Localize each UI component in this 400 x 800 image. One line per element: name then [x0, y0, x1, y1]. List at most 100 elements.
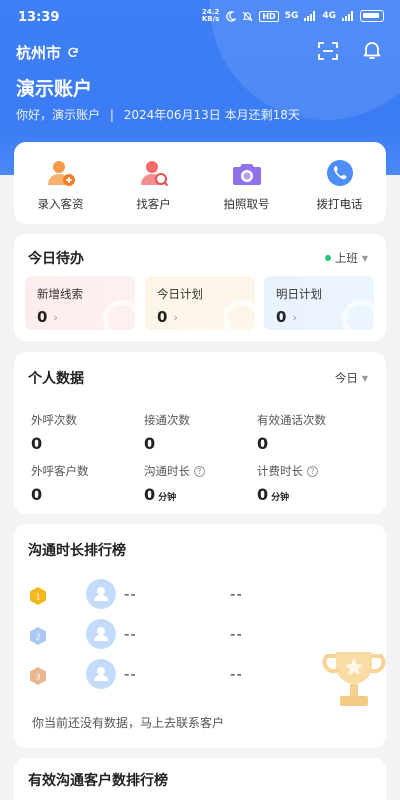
mute-bell-icon: [242, 11, 253, 21]
status-icons: 24.2 KB/s HD 5G 4G: [202, 9, 384, 23]
bell-icon[interactable]: [362, 40, 382, 60]
ranking-row: 1 -- --: [30, 579, 370, 611]
rank-number: 3: [35, 673, 40, 682]
todo-value: 0: [37, 308, 48, 326]
stat-label: 外呼客户数: [31, 464, 89, 478]
status-bar: 13:39 24.2 KB/s HD 5G 4G: [0, 0, 400, 36]
refresh-icon: [68, 47, 78, 57]
todo-value: 0: [276, 308, 287, 326]
stat-unit: 分钟: [271, 493, 290, 503]
decorative-ring: [342, 300, 374, 330]
greeting-line: 你好，演示账户 | 2024年06月13日 本月还剩18天: [16, 106, 300, 123]
todo-tomorrow-plan[interactable]: 明日计划 0 ›: [264, 276, 374, 330]
decorative-ring: [103, 300, 135, 330]
ranking2-title: 有效沟通客户数排行榜: [28, 773, 168, 789]
chevron-right-icon: ›: [292, 310, 297, 324]
city-name: 杭州市: [16, 44, 62, 62]
ranking-title: 沟通时长排行榜: [28, 543, 126, 559]
rank-name: --: [124, 625, 137, 643]
city-selector[interactable]: 杭州市: [16, 42, 79, 63]
stat-outbound-customers: 外呼客户数 0: [31, 463, 146, 504]
camera-icon: [232, 164, 261, 185]
stat-value: 0: [31, 434, 43, 453]
scan-icon[interactable]: [318, 42, 338, 60]
rank-value: --: [230, 585, 243, 603]
online-dot: [324, 255, 331, 261]
stat-value: 0: [31, 485, 43, 504]
todo-card: 今日待办 上班 ▼ 新增线索 0 › 今日计划 0 › 明日计划 0 ›: [14, 234, 386, 341]
todo-value: 0: [157, 308, 168, 326]
rank-name: --: [124, 665, 137, 683]
rank-number: 2: [35, 633, 40, 642]
todo-today-plan[interactable]: 今日计划 0 ›: [145, 276, 255, 330]
todo-title: 今日待办: [28, 251, 84, 267]
todo-label: 新增线索: [37, 287, 83, 301]
quick-action-camera[interactable]: 拍照取号: [200, 142, 293, 224]
empty-tip[interactable]: 你当前还没有数据，马上去联系客户: [32, 714, 224, 731]
stat-talk-duration: 沟通时长? 0 分钟: [144, 463, 259, 504]
gold-medal-icon: 1: [30, 587, 46, 605]
todo-new-leads[interactable]: 新增线索 0 ›: [25, 276, 135, 330]
help-icon[interactable]: ?: [307, 465, 318, 477]
chevron-down-icon: ▼: [361, 373, 368, 383]
signal-5g: 5G: [284, 11, 299, 21]
avatar: [86, 579, 116, 609]
personal-data-card: 个人数据 今日 ▼ 外呼次数 0 接通次数 0 有效通话次数 0 外呼客户数 0…: [14, 352, 386, 514]
rank-number: 1: [35, 593, 40, 602]
todo-label: 明日计划: [276, 287, 322, 301]
todo-label: 今日计划: [157, 287, 203, 301]
chevron-right-icon: ›: [173, 310, 178, 324]
ranking-row: 3 -- --: [30, 659, 370, 691]
quick-action-find-customer[interactable]: 找客户: [107, 142, 200, 224]
find-customer-icon: [140, 161, 168, 187]
stat-value: 0: [144, 485, 156, 504]
bronze-medal-icon: 3: [30, 667, 46, 685]
quick-action-label: 找客户: [136, 197, 171, 211]
stat-label: 接通次数: [144, 413, 190, 427]
chevron-right-icon: ›: [53, 310, 58, 324]
rank-value: --: [230, 625, 243, 643]
period-select[interactable]: 今日 ▼: [335, 370, 368, 386]
signal-icon: [304, 11, 316, 21]
phone-icon: [326, 160, 353, 186]
avatar: [86, 659, 116, 689]
ranking-row: 2 -- --: [30, 619, 370, 651]
hd-badge: HD: [259, 10, 279, 22]
quick-actions-card: 录入客资 找客户 拍照取号 拨打电话: [14, 142, 386, 224]
moon-icon: [226, 10, 237, 22]
signal-icon-2: [342, 11, 353, 21]
stat-label: 有效通话次数: [257, 413, 326, 427]
avatar: [86, 619, 116, 649]
rank-value: --: [230, 665, 243, 683]
personal-title: 个人数据: [28, 371, 84, 387]
stat-connected-calls: 接通次数 0: [144, 412, 259, 453]
signal-4g: 4G: [322, 11, 336, 21]
battery-icon: [360, 10, 384, 22]
trophy-icon: [322, 652, 386, 706]
remaining-days: 本月还剩18天: [224, 108, 300, 122]
work-status-select[interactable]: 上班 ▼: [324, 250, 368, 266]
add-person-icon: [47, 161, 75, 186]
stat-value: 0: [144, 434, 156, 453]
greeting: 你好，演示账户: [16, 108, 101, 122]
quick-action-label: 录入客资: [37, 197, 84, 211]
talk-duration-ranking-card: 沟通时长排行榜 1 -- -- 2 -- -- 3 -- -- 你当前还没有数据…: [14, 524, 386, 748]
quick-action-label: 拍照取号: [223, 197, 270, 211]
stat-label: 计费时长: [257, 464, 303, 478]
stat-value: 0: [257, 485, 269, 504]
period-value: 今日: [334, 371, 358, 385]
stat-outbound-calls: 外呼次数 0: [31, 412, 146, 453]
stat-label: 沟通时长: [144, 464, 190, 478]
stat-value: 0: [257, 434, 269, 453]
quick-action-add-lead[interactable]: 录入客资: [14, 142, 107, 224]
quick-action-label: 拨打电话: [316, 197, 363, 211]
status-time: 13:39: [18, 10, 60, 25]
decorative-ring: [223, 300, 255, 330]
current-date: 2024年06月13日: [123, 108, 221, 122]
quick-action-call[interactable]: 拨打电话: [293, 142, 386, 224]
help-icon[interactable]: ?: [194, 465, 205, 477]
effective-customers-ranking-card: 有效沟通客户数排行榜: [14, 758, 386, 800]
separator: |: [109, 108, 114, 122]
stat-unit: 分钟: [158, 493, 177, 503]
rank-name: --: [124, 585, 137, 603]
